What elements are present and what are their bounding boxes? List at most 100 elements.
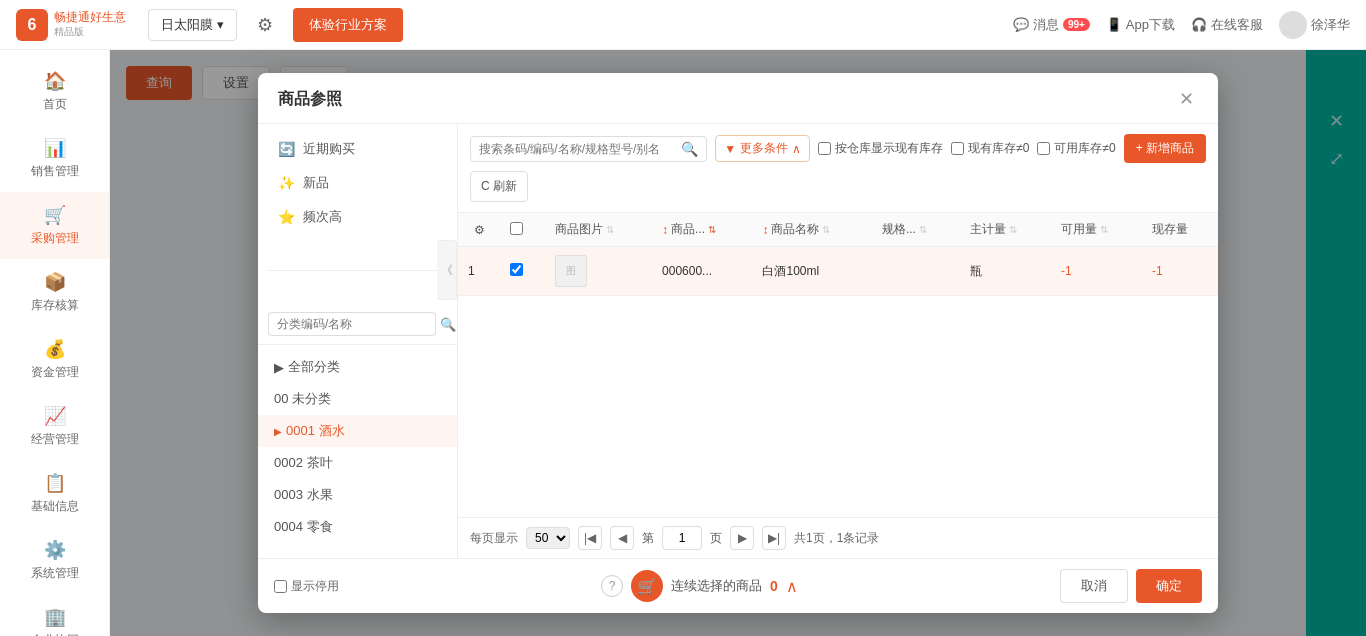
sidebar: 🏠 首页 📊 销售管理 🛒 采购管理 📦 库存核算 💰 资金管理 📈 经营管理 …	[0, 50, 110, 636]
refresh-table-button[interactable]: C 刷新	[470, 171, 528, 202]
per-page-label: 每页显示	[470, 530, 518, 547]
sidebar-inventory-label: 库存核算	[31, 297, 79, 314]
page-next-button[interactable]: ▶	[730, 526, 754, 550]
sidebar-item-inventory[interactable]: 📦 库存核算	[0, 259, 109, 326]
quick-item-recent[interactable]: 🔄 近期购买	[268, 134, 447, 164]
category-search-input[interactable]	[268, 312, 436, 336]
category-item-0003[interactable]: 0003 水果	[258, 479, 457, 511]
product-search-icon[interactable]: 🔍	[681, 141, 698, 157]
table-row[interactable]: 1 图 000600... 白酒100ml 瓶	[458, 247, 1218, 296]
message-badge: 99+	[1063, 18, 1090, 31]
quick-item-frequent[interactable]: ⭐ 频次高	[268, 202, 447, 232]
quick-item-new[interactable]: ✨ 新品	[268, 168, 447, 198]
messages-nav-item[interactable]: 💬 消息 99+	[1013, 16, 1090, 34]
inventory-icon: 📦	[44, 271, 66, 293]
category-item-0005[interactable]: 0005 饮料	[258, 543, 457, 548]
select-all-checkbox[interactable]	[510, 222, 523, 235]
category-item-00[interactable]: 00 未分类	[258, 383, 457, 415]
sidebar-item-purchase[interactable]: 🛒 采购管理	[0, 192, 109, 259]
category-item-0004[interactable]: 0004 零食	[258, 511, 457, 543]
check-warehouse-input[interactable]	[818, 142, 831, 155]
phone-icon: 📱	[1106, 17, 1122, 32]
chevron-down-icon: ▾	[217, 17, 224, 32]
system-icon: ⚙️	[44, 539, 66, 561]
logo-icon: 6	[16, 9, 48, 41]
recent-icon: 🔄	[278, 141, 295, 157]
page-first-button[interactable]: |◀	[578, 526, 602, 550]
col-settings[interactable]: ⚙	[458, 213, 500, 247]
user-avatar[interactable]: 徐泽华	[1279, 11, 1350, 39]
col-spec: 规格... ⇅	[872, 213, 960, 247]
app-download-label: App下载	[1126, 16, 1175, 34]
nav-dropdown-label: 日太阳膜	[161, 16, 213, 34]
cancel-button[interactable]: 取消	[1060, 569, 1128, 603]
sidebar-item-basic[interactable]: 📋 基础信息	[0, 460, 109, 527]
category-0002-label: 0002 茶叶	[274, 454, 333, 472]
add-product-button[interactable]: + 新增商品	[1124, 134, 1206, 163]
category-item-0002[interactable]: 0002 茶叶	[258, 447, 457, 479]
footer-right: 取消 确定	[1060, 569, 1202, 603]
product-table: ⚙ 商品图片 ⇅	[458, 213, 1218, 296]
app-download-item[interactable]: 📱 App下载	[1106, 16, 1175, 34]
per-page-select[interactable]: 50	[526, 527, 570, 549]
sidebar-item-system[interactable]: ⚙️ 系统管理	[0, 527, 109, 594]
check-avail-nonzero-input[interactable]	[1037, 142, 1050, 155]
cart-icon[interactable]: 🛒	[631, 570, 663, 602]
cell-spec	[872, 247, 960, 296]
cell-stock: -1	[1142, 247, 1218, 296]
check-warehouse-label: 按仓库显示现有库存	[835, 140, 943, 157]
category-item-0001[interactable]: ▶ 0001 酒水	[258, 415, 457, 447]
category-search-icon[interactable]: 🔍	[440, 317, 456, 332]
finance-icon: 💰	[44, 338, 66, 360]
nav-dropdown[interactable]: 日太阳膜 ▾	[148, 9, 237, 41]
sidebar-item-business[interactable]: 📈 经营管理	[0, 393, 109, 460]
sort-avail-icon: ⇅	[1100, 224, 1108, 235]
check-stock-nonzero-input[interactable]	[951, 142, 964, 155]
footer-center: ? 🛒 连续选择的商品 0 ∧	[351, 570, 1048, 602]
sidebar-system-label: 系统管理	[31, 565, 79, 582]
frequent-icon: ⭐	[278, 209, 295, 225]
trial-button[interactable]: 体验行业方案	[293, 8, 403, 42]
category-all-arrow: ▶	[274, 360, 284, 375]
online-service-label: 在线客服	[1211, 16, 1263, 34]
row-checkbox[interactable]	[510, 263, 523, 276]
nav-right: 💬 消息 99+ 📱 App下载 🎧 在线客服 徐泽华	[1013, 11, 1350, 39]
online-service-item[interactable]: 🎧 在线客服	[1191, 16, 1263, 34]
sidebar-item-sales[interactable]: 📊 销售管理	[0, 125, 109, 192]
check-warehouse-filter[interactable]: 按仓库显示现有库存	[818, 140, 943, 157]
sidebar-item-enterprise[interactable]: 🏢 企业协同	[0, 594, 109, 636]
modal-backdrop: 商品参照 ✕ 🔄 近期购买 ✨	[110, 50, 1366, 636]
page-prev-button[interactable]: ◀	[610, 526, 634, 550]
gear-icon[interactable]: ⚙	[249, 9, 281, 41]
check-avail-nonzero-filter[interactable]: 可用库存≠0	[1037, 140, 1115, 157]
category-00-label: 00 未分类	[274, 390, 331, 408]
page-number-input[interactable]	[662, 526, 702, 550]
category-0001-label: 0001 酒水	[286, 422, 345, 440]
sidebar-sales-label: 销售管理	[31, 163, 79, 180]
product-image: 图	[555, 255, 587, 287]
product-table-container: ⚙ 商品图片 ⇅	[458, 213, 1218, 517]
message-label: 消息	[1033, 16, 1059, 34]
category-list: ▶ 全部分类 00 未分类 ▶ 0001 酒水 0002 茶	[258, 345, 457, 548]
help-icon[interactable]: ?	[601, 575, 623, 597]
product-search-input[interactable]	[479, 142, 677, 156]
show-disabled-checkbox[interactable]	[274, 580, 287, 593]
col-checkbox	[500, 213, 545, 247]
pagination-bar: 每页显示 50 |◀ ◀ 第 页 ▶ ▶| 共1页，1条记录	[458, 517, 1218, 558]
sidebar-item-finance[interactable]: 💰 资金管理	[0, 326, 109, 393]
collapse-panel-button[interactable]: 《	[437, 240, 457, 300]
check-stock-nonzero-filter[interactable]: 现有库存≠0	[951, 140, 1029, 157]
confirm-button[interactable]: 确定	[1136, 569, 1202, 603]
purchase-icon: 🛒	[44, 204, 66, 226]
show-disabled-label[interactable]: 显示停用	[274, 578, 339, 595]
sort-unit-icon: ⇅	[1009, 224, 1017, 235]
sidebar-item-home[interactable]: 🏠 首页	[0, 58, 109, 125]
page-last-button[interactable]: ▶|	[762, 526, 786, 550]
modal-close-button[interactable]: ✕	[1174, 87, 1198, 111]
category-item-all[interactable]: ▶ 全部分类	[258, 351, 457, 383]
filter-button[interactable]: ▼ 更多条件 ∧	[715, 135, 810, 162]
business-icon: 📈	[44, 405, 66, 427]
cell-index: 1	[458, 247, 500, 296]
product-search-bar: 🔍	[470, 136, 707, 162]
collapse-up-icon[interactable]: ∧	[786, 577, 798, 596]
